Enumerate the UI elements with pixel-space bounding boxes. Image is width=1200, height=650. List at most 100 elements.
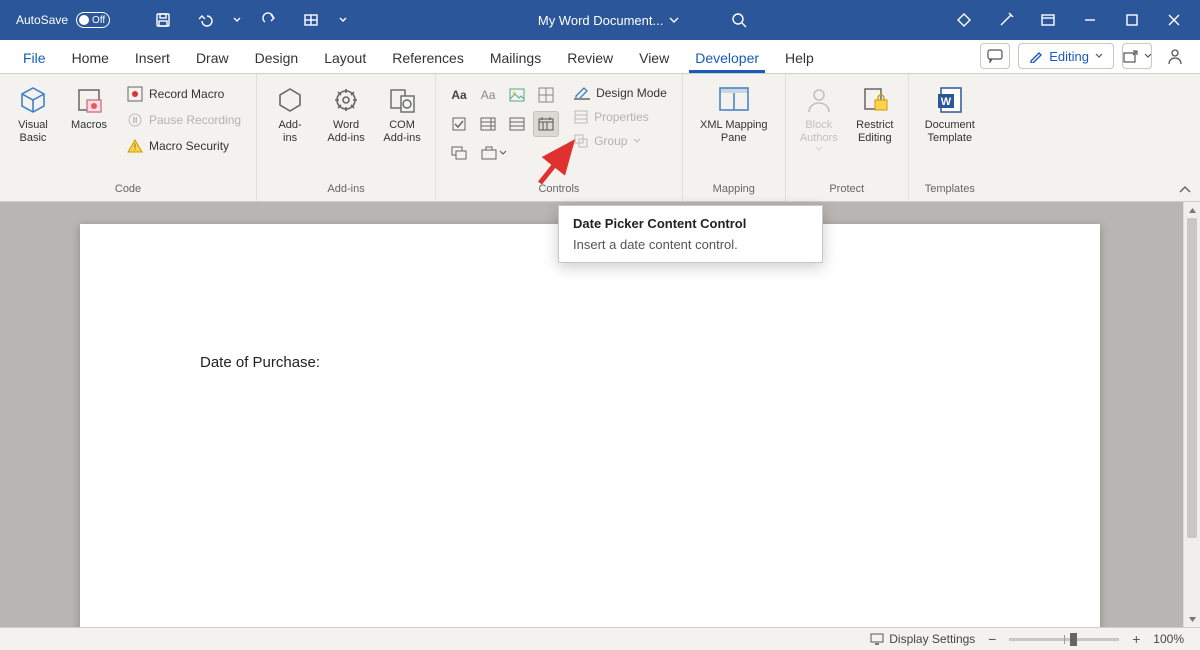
maximize-button[interactable] xyxy=(1112,0,1152,40)
grid-icon xyxy=(303,12,319,28)
macro-security-button[interactable]: ! Macro Security xyxy=(120,134,248,158)
tab-mailings[interactable]: Mailings xyxy=(477,42,554,73)
autosave-label: AutoSave xyxy=(16,13,68,27)
document-text: Date of Purchase: xyxy=(200,354,320,371)
document-page[interactable]: Date of Purchase: xyxy=(80,224,1100,627)
tab-layout[interactable]: Layout xyxy=(311,42,379,73)
tab-home[interactable]: Home xyxy=(59,42,122,73)
plain-text-icon: Aa xyxy=(481,88,496,102)
share-icon xyxy=(1123,49,1138,63)
group-label: Code xyxy=(115,181,141,199)
pause-icon xyxy=(127,112,143,128)
tab-review[interactable]: Review xyxy=(554,42,626,73)
workspace: Date of Purchase: xyxy=(0,202,1200,627)
person-block-icon xyxy=(802,83,836,117)
undo-icon xyxy=(196,12,214,28)
vertical-scrollbar[interactable] xyxy=(1183,202,1200,627)
wand-button[interactable] xyxy=(986,0,1026,40)
tab-design[interactable]: Design xyxy=(242,42,312,73)
rich-text-control-button[interactable]: Aa xyxy=(446,82,472,108)
scroll-down-button[interactable] xyxy=(1184,611,1200,627)
display-settings-button[interactable]: Display Settings xyxy=(862,632,983,646)
group-addins: Add- ins Word Add-ins COM Add-ins Add-in… xyxy=(257,74,436,201)
document-title[interactable]: My Word Document... xyxy=(538,13,679,28)
tab-developer[interactable]: Developer xyxy=(682,42,772,73)
combo-box-control-button[interactable] xyxy=(475,111,501,137)
group-code: Visual Basic Macros Record Macro Pause R… xyxy=(0,74,257,201)
scroll-up-button[interactable] xyxy=(1184,202,1200,218)
qat-customize-button[interactable] xyxy=(291,0,331,40)
com-addins-button[interactable]: COM Add-ins xyxy=(375,78,429,150)
minimize-icon xyxy=(1083,13,1097,27)
comments-button[interactable] xyxy=(980,43,1010,69)
building-block-control-button[interactable] xyxy=(533,82,559,108)
addins-button[interactable]: Add- ins xyxy=(263,78,317,150)
tab-file[interactable]: File xyxy=(10,42,59,73)
tab-references[interactable]: References xyxy=(379,42,477,73)
tab-draw[interactable]: Draw xyxy=(183,42,242,73)
zoom-out-button[interactable]: − xyxy=(983,630,1001,648)
ribbon-tabs: File Home Insert Draw Design Layout Refe… xyxy=(0,40,1200,74)
diamond-button[interactable] xyxy=(944,0,984,40)
status-bar: Display Settings − + 100% xyxy=(0,627,1200,650)
dropdown-icon xyxy=(509,117,525,131)
chevron-up-icon xyxy=(1178,183,1192,197)
zoom-thumb[interactable] xyxy=(1070,633,1077,646)
redo-icon xyxy=(261,12,277,28)
account-button[interactable] xyxy=(1160,43,1190,69)
close-button[interactable] xyxy=(1154,0,1194,40)
date-picker-control-button[interactable] xyxy=(533,111,559,137)
plain-text-control-button[interactable]: Aa xyxy=(475,82,501,108)
editing-mode-button[interactable]: Editing xyxy=(1018,43,1114,69)
picture-icon xyxy=(509,88,525,102)
building-block-icon xyxy=(538,87,554,103)
checkbox-icon xyxy=(452,117,466,131)
restrict-editing-button[interactable]: Restrict Editing xyxy=(848,78,902,150)
zoom-level[interactable]: 100% xyxy=(1145,632,1192,646)
save-button[interactable] xyxy=(143,0,183,40)
group-label: Controls xyxy=(538,181,579,199)
group-label: Templates xyxy=(925,181,975,199)
document-template-button[interactable]: W Document Template xyxy=(915,78,985,150)
visual-basic-button[interactable]: Visual Basic xyxy=(6,78,60,150)
undo-dropdown[interactable] xyxy=(227,0,247,40)
minimize-button[interactable] xyxy=(1070,0,1110,40)
qat-dropdown[interactable] xyxy=(333,0,353,40)
chevron-down-icon xyxy=(499,149,507,157)
toolbox-icon xyxy=(481,146,497,160)
ribbon-display-button[interactable] xyxy=(1028,0,1068,40)
tab-insert[interactable]: Insert xyxy=(122,42,183,73)
properties-icon xyxy=(574,110,588,124)
share-button[interactable] xyxy=(1122,43,1152,69)
tab-help[interactable]: Help xyxy=(772,42,827,73)
calendar-icon xyxy=(538,117,554,131)
tooltip-body: Insert a date content control. xyxy=(573,237,808,252)
zoom-slider[interactable] xyxy=(1009,638,1119,641)
macros-button[interactable]: Macros xyxy=(62,78,116,137)
zoom-in-button[interactable]: + xyxy=(1127,630,1145,648)
tooltip: Date Picker Content Control Insert a dat… xyxy=(558,205,823,263)
search-button[interactable] xyxy=(719,0,759,40)
triangle-down-icon xyxy=(1188,615,1197,624)
chevron-down-icon xyxy=(1144,52,1151,60)
autosave-toggle[interactable]: AutoSave Off xyxy=(6,12,141,28)
svg-text:W: W xyxy=(941,96,952,108)
word-addins-button[interactable]: Word Add-ins xyxy=(319,78,373,150)
checkbox-control-button[interactable] xyxy=(446,111,472,137)
scroll-thumb[interactable] xyxy=(1187,218,1197,538)
chevron-down-icon xyxy=(233,16,241,24)
design-mode-button[interactable]: Design Mode xyxy=(567,82,674,104)
group-protect: Block Authors Restrict Editing Protect xyxy=(786,74,909,201)
chevron-down-icon xyxy=(1095,52,1103,60)
picture-control-button[interactable] xyxy=(504,82,530,108)
redo-button[interactable] xyxy=(249,0,289,40)
collapse-ribbon-button[interactable] xyxy=(1178,183,1192,197)
xml-mapping-button[interactable]: XML Mapping Pane xyxy=(689,78,779,150)
repeating-section-control-button[interactable] xyxy=(446,140,472,166)
record-macro-button[interactable]: Record Macro xyxy=(120,82,248,106)
legacy-tools-button[interactable] xyxy=(475,140,513,166)
pencil-icon xyxy=(1029,49,1043,63)
undo-button[interactable] xyxy=(185,0,225,40)
tab-view[interactable]: View xyxy=(626,42,682,73)
dropdown-list-control-button[interactable] xyxy=(504,111,530,137)
